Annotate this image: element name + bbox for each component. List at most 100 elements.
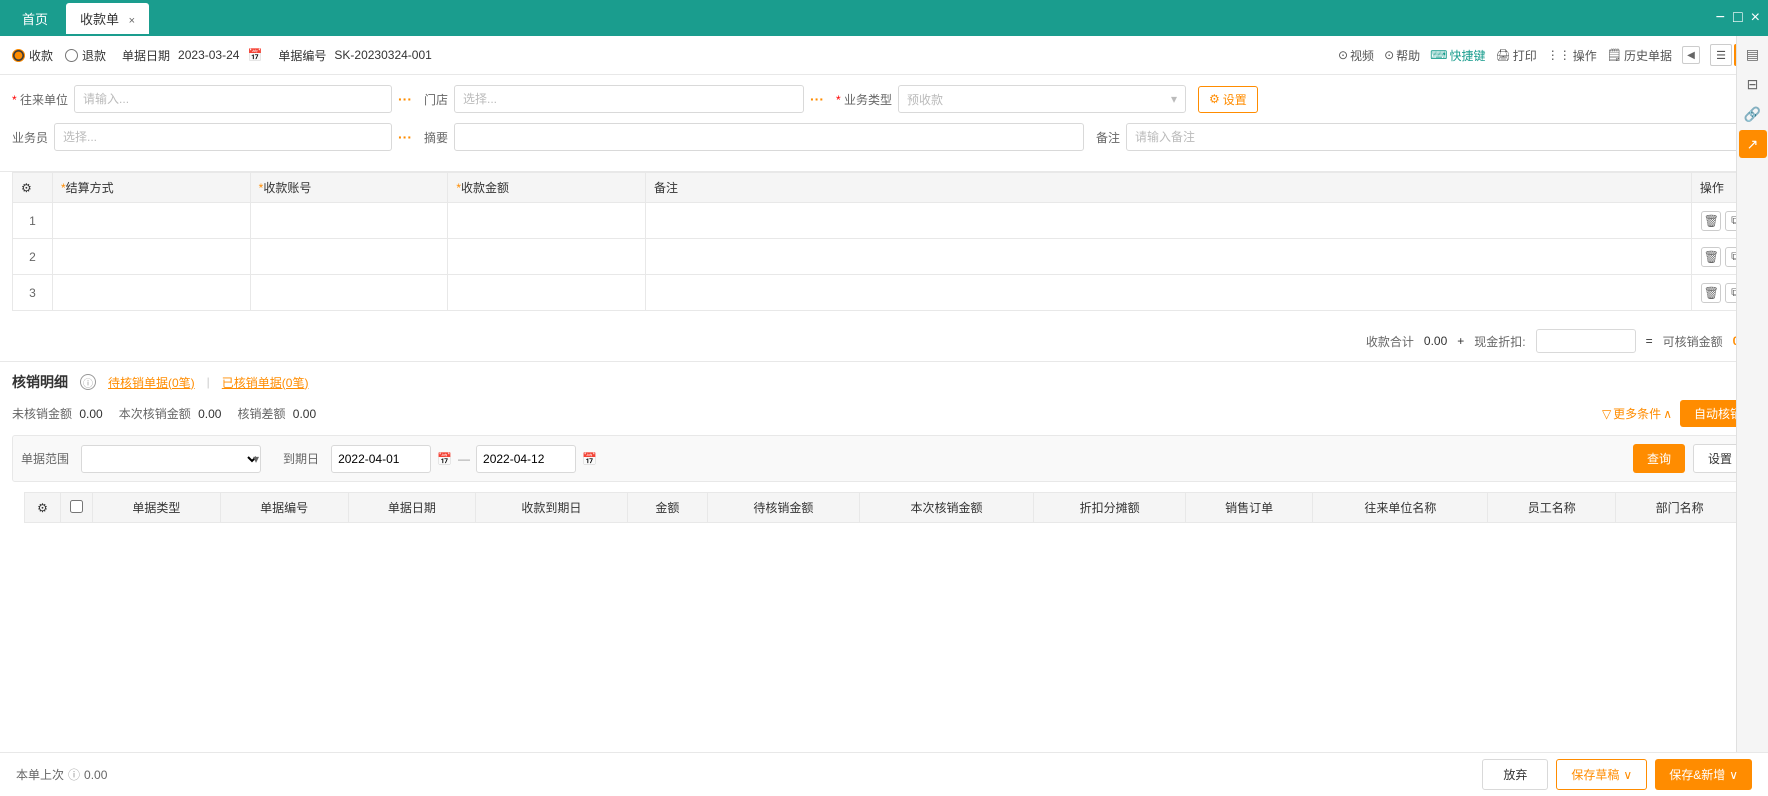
close-tab-icon[interactable]: × [129, 15, 135, 27]
help-button[interactable]: ⊙ 帮助 [1384, 47, 1420, 64]
account-cell-1[interactable] [250, 203, 448, 239]
store-input[interactable] [454, 85, 804, 113]
verify-stats: 未核销金额 0.00 本次核销金额 0.00 核销差额 0.00 ▽ 更多条件 … [12, 400, 1756, 427]
save-new-button[interactable]: 保存&新增 ∨ [1655, 759, 1752, 790]
counterpart-input[interactable] [74, 85, 392, 113]
page-footer: 本单上次 ⓘ 0.00 放弃 保存草稿 ∨ 保存&新增 ∨ [0, 752, 1768, 796]
remark-cell-3[interactable] [646, 275, 1692, 311]
col-due-header: 收款到期日 [476, 493, 627, 523]
gear-icon: ⚙ [21, 181, 32, 195]
row-2-delete-button[interactable]: 🗑 [1701, 247, 1721, 267]
remark-input[interactable] [1126, 123, 1756, 151]
select-all-checkbox[interactable] [70, 500, 83, 513]
receipt-type-radio-group: 收款 退款 [12, 47, 106, 64]
more-conditions-button[interactable]: ▽ 更多条件 ∧ [1602, 405, 1672, 422]
discard-button[interactable]: 放弃 [1482, 759, 1548, 790]
amount-cell-2[interactable] [448, 239, 646, 275]
nav-prev-button[interactable]: ◀ [1682, 46, 1700, 64]
print-button[interactable]: 🖨 打印 [1495, 47, 1536, 64]
equals-sign: = [1646, 334, 1653, 348]
row-3-delete-button[interactable]: 🗑 [1701, 283, 1721, 303]
refund-radio[interactable]: 退款 [65, 47, 106, 64]
business-type-select[interactable]: 预收款 ▾ [898, 85, 1186, 113]
receipt-table: ⚙ *结算方式 *收款账号 *收款金额 备注 操作 [12, 172, 1756, 311]
video-button[interactable]: ⊙ 视频 [1338, 47, 1374, 64]
date-separator: — [458, 452, 470, 466]
col-sales-order-header: 销售订单 [1185, 493, 1313, 523]
row-1-delete-button[interactable]: 🗑 [1701, 211, 1721, 231]
save-draft-button[interactable]: 保存草稿 ∨ [1556, 759, 1647, 790]
summary-input[interactable] [454, 123, 1084, 151]
verify-info-icon[interactable]: ⓘ [80, 374, 96, 390]
store-field: 门店 ··· [424, 85, 824, 113]
view-list-button[interactable]: ☰ [1710, 44, 1732, 66]
tab-bar: 首页 收款单 × − □ × [0, 0, 1768, 36]
main-content: 收款 退款 单据日期 2023-03-24 📅 单据编号 SK-20230324… [0, 36, 1768, 796]
col-current-header: 本次核销金额 [859, 493, 1034, 523]
tab-collection[interactable]: 收款单 × [66, 3, 149, 34]
calendar-end-icon[interactable]: 📅 [582, 452, 597, 466]
doc-date-field: 单据日期 2023-03-24 📅 [122, 47, 262, 64]
col-account-header: *收款账号 [250, 173, 448, 203]
settlement-cell-2[interactable] [53, 239, 251, 275]
chevron-down-icon: ∨ [1623, 768, 1632, 782]
form-area: * 往来单位 ··· 门店 ··· * 业务类型 预收款 ▾ ⚙ 设置 [0, 75, 1768, 172]
summary-row: 收款合计 0.00 + 现金折扣: = 可核销金额 0.00 [0, 321, 1768, 362]
counterpart-field: * 往来单位 ··· [12, 85, 412, 113]
window-close-button[interactable]: × [1751, 9, 1760, 27]
business-type-field: * 业务类型 预收款 ▾ [836, 85, 1186, 113]
remark-cell-1[interactable] [646, 203, 1692, 239]
counterpart-more-button[interactable]: ··· [398, 91, 412, 107]
verify-filter-right: ▽ 更多条件 ∧ 自动核销 [1602, 400, 1756, 427]
due-date-label: 到期日 [283, 450, 319, 467]
shortcut-button[interactable]: ⌨ 快捷键 [1430, 47, 1485, 64]
window-max-button[interactable]: □ [1733, 9, 1743, 27]
history-button[interactable]: 🗒 历史单据 [1607, 47, 1672, 64]
footer-info-icon[interactable]: ⓘ [68, 766, 80, 783]
settings-button[interactable]: ⚙ 设置 [1198, 86, 1258, 113]
account-cell-3[interactable] [250, 275, 448, 311]
table-row: 2 🗑 ⧉ [13, 239, 1756, 275]
table-settings-header[interactable]: ⚙ [13, 173, 53, 203]
table-row: 1 🗑 ⧉ [13, 203, 1756, 239]
footer-value: 0.00 [84, 768, 107, 782]
form-row-1: * 往来单位 ··· 门店 ··· * 业务类型 预收款 ▾ ⚙ 设置 [12, 85, 1756, 113]
operation-button[interactable]: ⋮⋮ 操作 [1547, 47, 1597, 64]
date-end-input[interactable] [476, 445, 576, 473]
sidebar-icon-4[interactable]: ↗ [1739, 130, 1767, 158]
amount-cell-3[interactable] [448, 275, 646, 311]
calendar-icon[interactable]: 📅 [247, 48, 262, 62]
remark-cell-2[interactable] [646, 239, 1692, 275]
sidebar-icon-2[interactable]: ⊟ [1739, 70, 1767, 98]
settlement-cell-3[interactable] [53, 275, 251, 311]
done-tab[interactable]: 已核销单据(0笔) [222, 374, 309, 391]
amount-cell-1[interactable] [448, 203, 646, 239]
employee-input[interactable] [54, 123, 392, 151]
employee-field: 业务员 ··· [12, 123, 412, 151]
verify-title: 核销明细 [12, 372, 68, 392]
date-range: 📅 — 📅 [331, 445, 597, 473]
date-start-input[interactable] [331, 445, 431, 473]
verify-header: 核销明细 ⓘ 待核销单据(0笔) | 已核销单据(0笔) [12, 372, 1756, 392]
account-cell-2[interactable] [250, 239, 448, 275]
receipt-radio[interactable]: 收款 [12, 47, 53, 64]
store-more-button[interactable]: ··· [810, 91, 824, 107]
bottom-table-wrap: ⚙ 单据类型 单据编号 单据日期 收款到期日 金额 待核销金额 本次核销金额 折… [12, 492, 1756, 523]
tab-home[interactable]: 首页 [8, 3, 62, 34]
sidebar-icon-1[interactable]: ▤ [1739, 40, 1767, 68]
verify-section: 核销明细 ⓘ 待核销单据(0笔) | 已核销单据(0笔) 未核销金额 0.00 … [0, 362, 1768, 533]
sidebar-icon-3[interactable]: 🔗 [1739, 100, 1767, 128]
col-store-header: 部门名称 [1616, 493, 1744, 523]
pending-tab[interactable]: 待核销单据(0笔) [108, 374, 195, 391]
col-counterpart-header: 往来单位名称 [1313, 493, 1488, 523]
window-min-button[interactable]: − [1716, 9, 1725, 27]
settlement-cell-1[interactable] [53, 203, 251, 239]
query-button[interactable]: 查询 [1633, 444, 1685, 473]
employee-more-button[interactable]: ··· [398, 129, 412, 145]
checkbox-header[interactable] [61, 493, 93, 523]
scope-select[interactable] [81, 445, 261, 473]
discount-input[interactable] [1536, 329, 1636, 353]
bottom-gear-header[interactable]: ⚙ [25, 493, 61, 523]
data-table-wrap: ⚙ *结算方式 *收款账号 *收款金额 备注 操作 [0, 172, 1768, 321]
calendar-start-icon[interactable]: 📅 [437, 452, 452, 466]
